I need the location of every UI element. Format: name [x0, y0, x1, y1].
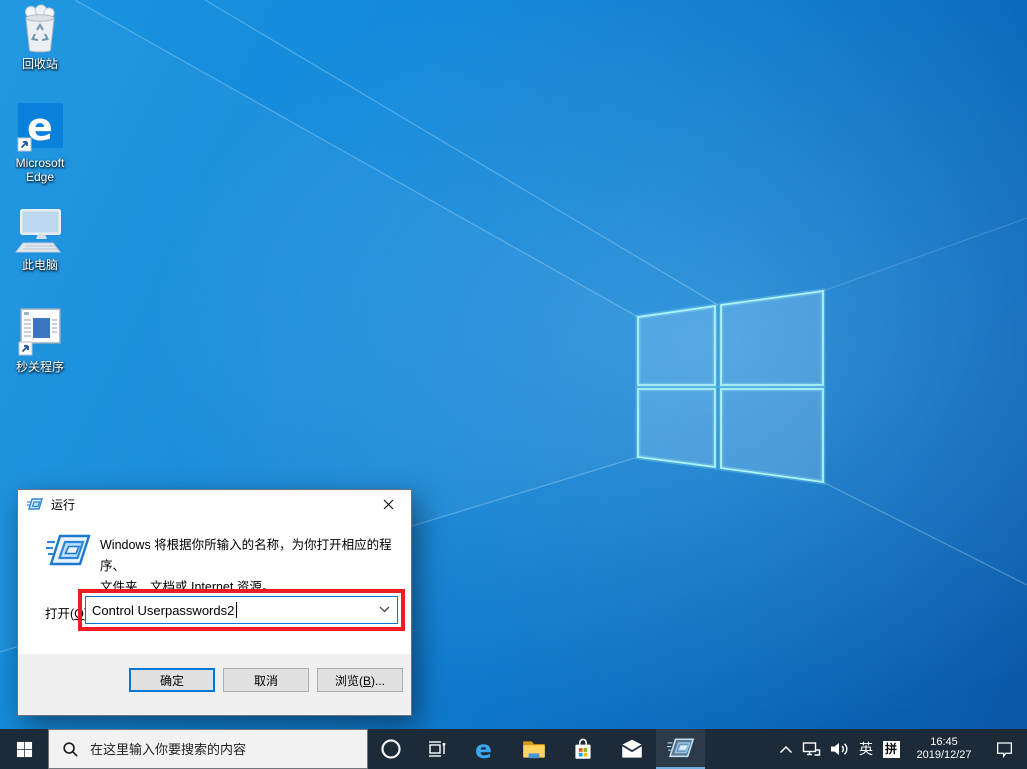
edge-icon: e	[475, 736, 492, 763]
ime-mode-button[interactable]: 拼	[878, 729, 904, 769]
system-tray: 英 拼 16:45 2019/12/27	[774, 729, 1027, 769]
taskbar-store-button[interactable]	[558, 729, 607, 769]
recycle-bin-icon	[25, 4, 55, 53]
run-app-icon	[27, 498, 43, 510]
desktop-icon-label: 此电脑	[21, 258, 58, 272]
network-icon	[802, 741, 821, 756]
run-dialog-icon	[46, 534, 91, 566]
mail-icon	[621, 739, 642, 758]
clock-date: 2019/12/27	[916, 749, 972, 761]
text-caret	[236, 602, 238, 618]
svg-text:e: e	[475, 736, 492, 763]
windows-start-icon	[16, 741, 32, 757]
volume-icon	[831, 743, 848, 755]
clock-time: 16:45	[930, 736, 958, 748]
desktop-icon-label: 回收站	[21, 57, 58, 71]
annotation-highlight-box: Control Userpasswords2	[78, 589, 405, 631]
taskbar-mail-button[interactable]	[607, 729, 656, 769]
taskbar-edge-button[interactable]: e	[460, 729, 509, 769]
cortana-icon	[381, 739, 401, 759]
this-pc-icon	[14, 209, 62, 253]
ok-button[interactable]: 确定	[129, 668, 215, 692]
cancel-button[interactable]: 取消	[223, 668, 309, 692]
run-app-icon	[666, 738, 694, 758]
action-center-icon	[996, 742, 1012, 758]
clock[interactable]: 16:45 2019/12/27	[904, 729, 984, 769]
dialog-footer: 确定 取消 浏览(B)...	[18, 654, 411, 715]
close-button[interactable]	[365, 490, 411, 519]
tray-overflow-button[interactable]	[774, 729, 798, 769]
desktop-icon-recycle-bin[interactable]: 回收站	[2, 4, 78, 71]
taskbar: e	[0, 729, 1027, 769]
desktop-screen: 回收站 e Microsoft Edge 此电脑 秒关程序 运行 Windows…	[0, 0, 1027, 769]
file-explorer-icon	[522, 741, 545, 759]
chevron-up-icon	[779, 745, 793, 753]
cortana-button[interactable]	[368, 729, 414, 769]
taskbar-file-explorer-button[interactable]	[509, 729, 558, 769]
desktop-icon-miaoguan-program[interactable]: 秒关程序	[2, 305, 78, 374]
store-icon	[574, 738, 591, 759]
desktop-icon-microsoft-edge[interactable]: e Microsoft Edge	[2, 101, 78, 184]
task-view-button[interactable]	[414, 729, 460, 769]
search-icon	[63, 741, 78, 757]
start-button[interactable]	[0, 729, 48, 769]
open-input[interactable]: Control Userpasswords2	[85, 596, 398, 624]
search-input[interactable]	[88, 740, 342, 758]
browse-button[interactable]: 浏览(B)...	[317, 668, 403, 692]
desktop-icon-label: Microsoft Edge	[15, 156, 65, 184]
program-window-icon	[18, 308, 61, 356]
network-status-button[interactable]	[798, 729, 825, 769]
action-center-button[interactable]	[984, 729, 1024, 769]
description-line-1: Windows 将根据你所输入的名称，为你打开相应的程序、	[100, 538, 392, 573]
volume-button[interactable]	[825, 729, 854, 769]
taskbar-search[interactable]	[48, 729, 368, 769]
desktop-icon-this-pc[interactable]: 此电脑	[2, 207, 78, 272]
ime-pinyin-icon: 拼	[882, 740, 900, 758]
taskbar-run-button[interactable]	[656, 729, 705, 769]
open-input-value: Control Userpasswords2	[92, 602, 235, 618]
edge-icon: e	[17, 103, 63, 152]
desktop-icon-label: 秒关程序	[15, 360, 64, 374]
close-icon	[383, 499, 393, 510]
language-indicator[interactable]: 英	[854, 729, 878, 769]
run-dialog-window: 运行 Windows 将根据你所输入的名称，为你打开相应的程序、 文件夹、文档或…	[17, 489, 412, 716]
task-view-icon	[429, 741, 446, 757]
run-dialog-titlebar: 运行	[18, 490, 411, 519]
combo-dropdown-icon[interactable]	[379, 606, 390, 613]
dialog-title: 运行	[51, 498, 76, 512]
